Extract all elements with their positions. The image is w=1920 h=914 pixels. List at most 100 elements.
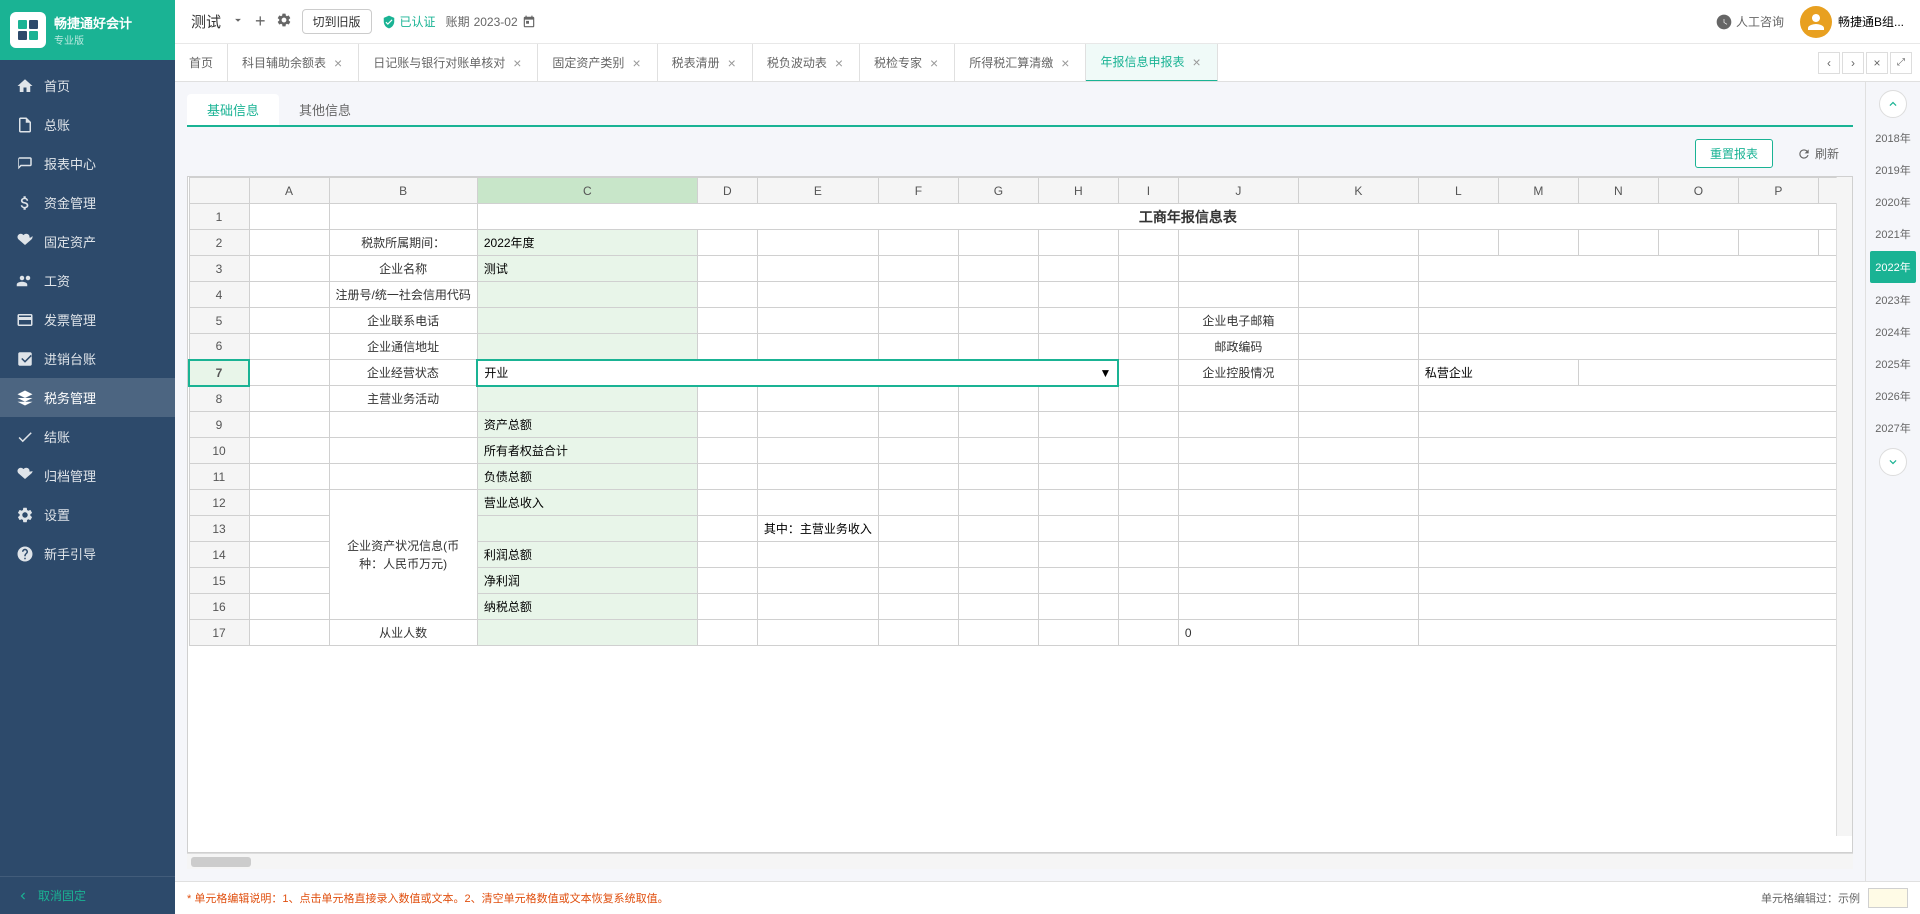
cell-2e[interactable] (757, 230, 878, 256)
cell-4h[interactable] (1038, 282, 1118, 308)
cell-12h[interactable] (1038, 490, 1118, 516)
cell-7b[interactable]: 企业经营状态 (329, 360, 477, 386)
cell-2n[interactable] (1578, 230, 1658, 256)
cell-2b[interactable]: 税款所属期间： (329, 230, 477, 256)
cell-12f[interactable] (878, 490, 958, 516)
cell-17b[interactable]: 从业人数 (329, 620, 477, 646)
cell-13k[interactable] (1298, 516, 1418, 542)
cell-17h[interactable] (1038, 620, 1118, 646)
cell-9h[interactable] (1038, 412, 1118, 438)
cell-7n[interactable] (1578, 360, 1852, 386)
cell-16h[interactable] (1038, 594, 1118, 620)
cell-2d[interactable] (697, 230, 757, 256)
cell-5a[interactable] (249, 308, 329, 334)
cell-14d[interactable] (697, 542, 757, 568)
tab-close-icon[interactable]: × (511, 55, 523, 71)
cell-4j[interactable] (1178, 282, 1298, 308)
cell-17k[interactable] (1298, 620, 1418, 646)
cell-12i[interactable] (1118, 490, 1178, 516)
cell-9e[interactable] (757, 412, 878, 438)
year-item-2027[interactable]: 2027年 (1866, 412, 1920, 444)
cell-15a[interactable] (249, 568, 329, 594)
tab-close-icon[interactable]: × (630, 55, 642, 71)
sidebar-item-trade[interactable]: 进销台账 (0, 339, 175, 378)
cell-16c[interactable]: 纳税总额 (477, 594, 697, 620)
cell-2g[interactable] (958, 230, 1038, 256)
sub-tab-other[interactable]: 其他信息 (279, 94, 371, 127)
cell-10f[interactable] (878, 438, 958, 464)
cell-8i[interactable] (1118, 386, 1178, 412)
cell-3j[interactable] (1178, 256, 1298, 282)
cell-9c[interactable]: 资产总额 (477, 412, 697, 438)
cell-11a[interactable] (249, 464, 329, 490)
sidebar-item-close-account[interactable]: 结账 (0, 417, 175, 456)
cell-3h[interactable] (1038, 256, 1118, 282)
cell-13l[interactable] (1418, 516, 1852, 542)
cell-16d[interactable] (697, 594, 757, 620)
cell-15f[interactable] (878, 568, 958, 594)
sidebar-item-ledger[interactable]: 总账 (0, 105, 175, 144)
sidebar-item-tax[interactable]: 税务管理 (0, 378, 175, 417)
sidebar-item-home[interactable]: 首页 (0, 66, 175, 105)
year-item-2020[interactable]: 2020年 (1866, 186, 1920, 218)
cell-5j[interactable]: 企业电子邮箱 (1178, 308, 1298, 334)
tab-close-icon[interactable]: × (928, 55, 940, 71)
tab-fixed-asset-type[interactable]: 固定资产类别 × (538, 44, 657, 82)
cell-3l[interactable] (1418, 256, 1852, 282)
cell-6g[interactable] (958, 334, 1038, 360)
cell-5l[interactable] (1418, 308, 1852, 334)
cell-14i[interactable] (1118, 542, 1178, 568)
cell-4c[interactable] (477, 282, 697, 308)
cell-11e[interactable] (757, 464, 878, 490)
user-info[interactable]: 畅捷通B组... (1800, 6, 1904, 38)
cell-7i[interactable] (1118, 360, 1178, 386)
tab-close-icon[interactable]: × (726, 55, 738, 71)
spreadsheet-scroll[interactable]: A B C D E F G H I J (188, 177, 1852, 852)
cell-12e[interactable] (757, 490, 878, 516)
cell-5k[interactable] (1298, 308, 1418, 334)
cell-2o[interactable] (1658, 230, 1738, 256)
cell-13c[interactable] (477, 516, 697, 542)
cell-3b[interactable]: 企业名称 (329, 256, 477, 282)
settings-icon[interactable] (276, 12, 292, 31)
sidebar-item-invoice[interactable]: 发票管理 (0, 300, 175, 339)
cell-10a[interactable] (249, 438, 329, 464)
sub-tab-basic[interactable]: 基础信息 (187, 94, 279, 127)
cell-10e[interactable] (757, 438, 878, 464)
tab-close-icon[interactable]: × (332, 55, 344, 71)
cell-3f[interactable] (878, 256, 958, 282)
cell-2a[interactable] (249, 230, 329, 256)
sidebar-item-report[interactable]: 报表中心 (0, 144, 175, 183)
sidebar-item-guide[interactable]: 新手引导 (0, 534, 175, 573)
cell-6d[interactable] (697, 334, 757, 360)
cell-15e[interactable] (757, 568, 878, 594)
tab-subject-balance[interactable]: 科目辅助余额表 × (228, 44, 359, 82)
cell-11d[interactable] (697, 464, 757, 490)
cell-10d[interactable] (697, 438, 757, 464)
cell-10j[interactable] (1178, 438, 1298, 464)
cell-4g[interactable] (958, 282, 1038, 308)
cell-17d[interactable] (697, 620, 757, 646)
cell-16f[interactable] (878, 594, 958, 620)
tabs-next-button[interactable]: › (1842, 52, 1864, 74)
cell-12a[interactable] (249, 490, 329, 516)
cell-17i[interactable] (1118, 620, 1178, 646)
tab-journal-bank[interactable]: 日记账与银行对账单核对 × (359, 44, 538, 82)
cell-5g[interactable] (958, 308, 1038, 334)
cell-16i[interactable] (1118, 594, 1178, 620)
cell-6j[interactable]: 邮政编码 (1178, 334, 1298, 360)
year-item-2022[interactable]: 2022年 (1870, 251, 1916, 283)
cell-7j[interactable]: 企业控股情况 (1178, 360, 1298, 386)
cell-4e[interactable] (757, 282, 878, 308)
cell-7l[interactable]: 私营企业 (1418, 360, 1578, 386)
cell-8e[interactable] (757, 386, 878, 412)
cell-16l[interactable] (1418, 594, 1852, 620)
tab-tax-fluctuation[interactable]: 税负波动表 × (753, 44, 860, 82)
cell-17a[interactable] (249, 620, 329, 646)
cell-8h[interactable] (1038, 386, 1118, 412)
cell-15c[interactable]: 净利润 (477, 568, 697, 594)
cell-3a[interactable] (249, 256, 329, 282)
cell-9f[interactable] (878, 412, 958, 438)
cell-3d[interactable] (697, 256, 757, 282)
cell-8j[interactable] (1178, 386, 1298, 412)
